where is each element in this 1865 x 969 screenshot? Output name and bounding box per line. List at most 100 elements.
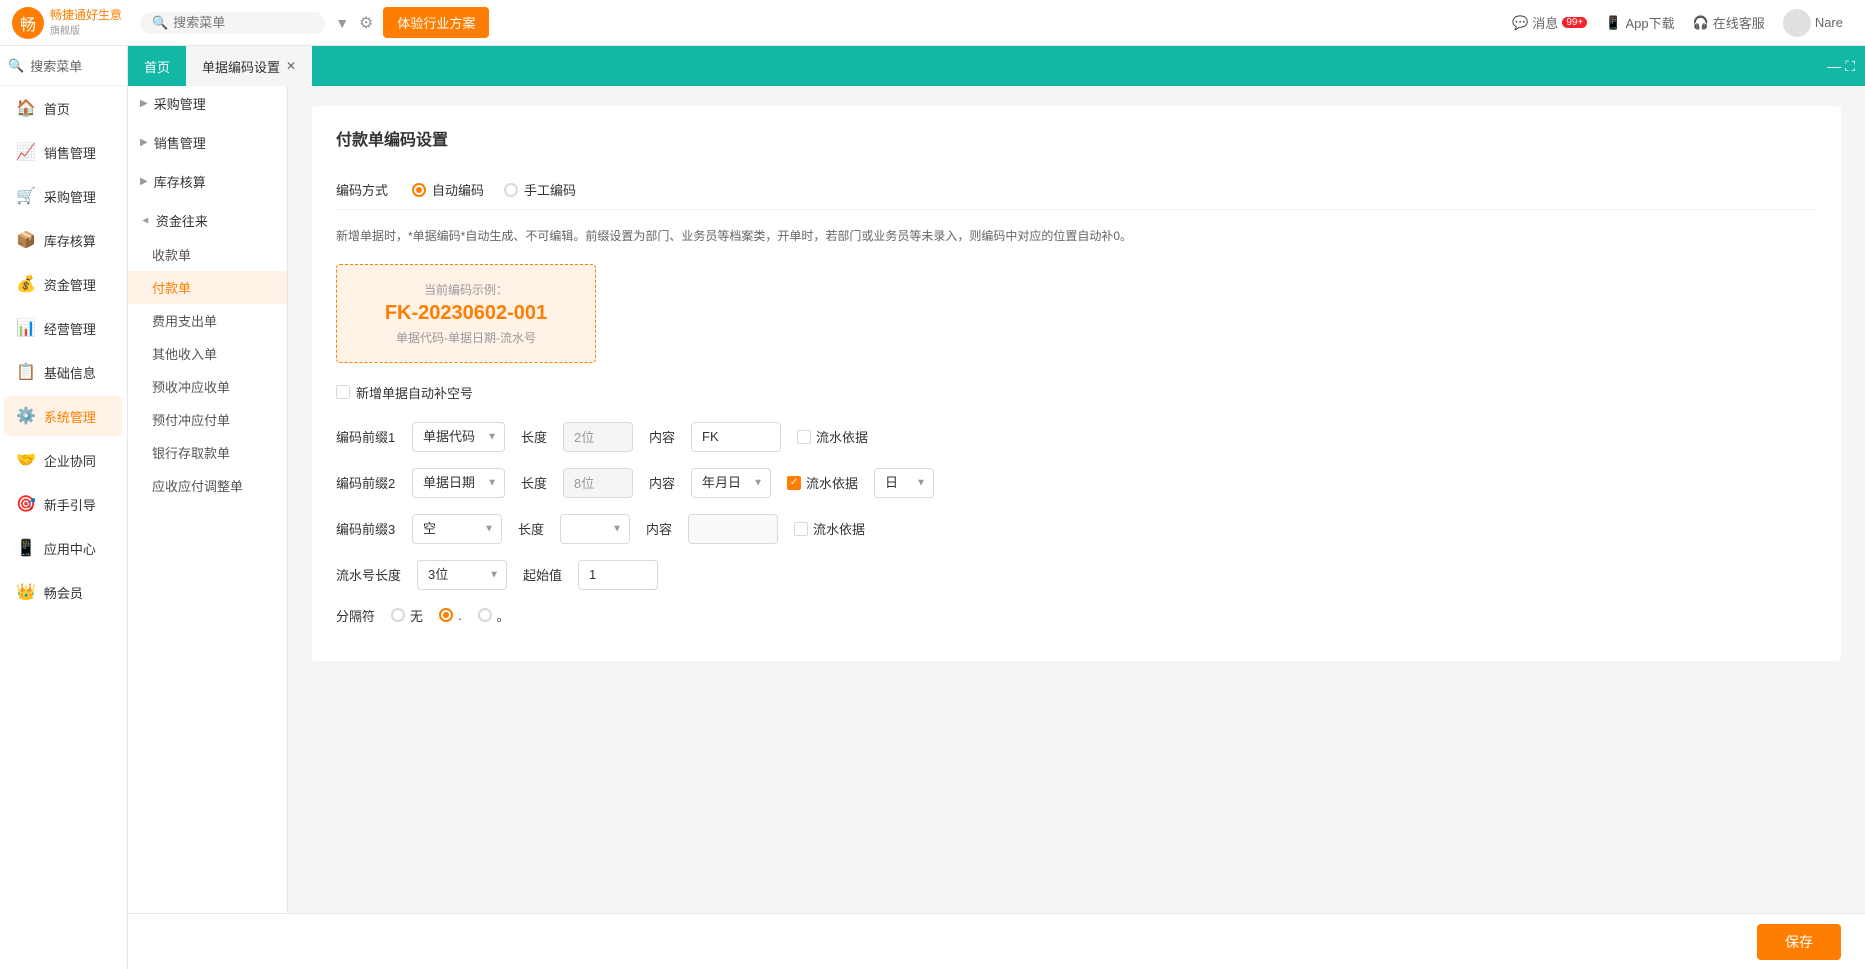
finance-icon: 💰	[16, 274, 36, 294]
sub-nav-header-inventory[interactable]: ▶ 库存核算	[128, 164, 287, 199]
prefix2-flow-period-select[interactable]: 日	[874, 468, 934, 498]
prefix2-content-select[interactable]: 年月日	[691, 468, 771, 498]
sidebar-item-sales[interactable]: 📈 销售管理	[4, 132, 123, 172]
prefix2-length-input[interactable]	[563, 468, 633, 498]
prefix-row-2: 编码前缀2 单据日期 ▼ 长度 内容 年月日	[336, 468, 1817, 498]
preview-sub: 单据代码-单据日期-流水号	[361, 329, 571, 346]
prefix-row-3: 编码前缀3 空 ▼ 长度 ▼	[336, 514, 1817, 544]
search-icon: 🔍	[8, 58, 24, 74]
chevron-down-icon[interactable]: ▼	[335, 15, 349, 31]
sub-nav-header-capital[interactable]: ▼ 资金往来	[128, 203, 287, 238]
sub-nav-item-bank-deposit[interactable]: 银行存取款单	[128, 436, 287, 469]
sub-nav-item-receipt[interactable]: 收款单	[128, 238, 287, 271]
prefix1-flow-checkbox[interactable]: 流水依据	[797, 427, 868, 446]
tab-close-button[interactable]: ✕	[286, 59, 296, 73]
prefix3-label: 编码前缀3	[336, 519, 396, 538]
arrow-icon: ▶	[140, 176, 148, 187]
sidebar-item-apps[interactable]: 📱 应用中心	[4, 528, 123, 568]
tab-encoding[interactable]: 单据编码设置 ✕	[186, 46, 312, 86]
tab-expand-button[interactable]: ⛶	[1845, 58, 1855, 75]
sidebar-item-member[interactable]: 👑 畅会员	[4, 572, 123, 612]
sub-nav-header-purchase[interactable]: ▶ 采购管理	[128, 86, 287, 121]
prefix2-select[interactable]: 单据日期	[412, 468, 505, 498]
prefix3-content-input[interactable]	[688, 514, 778, 544]
sep-none-label: 无	[410, 606, 423, 625]
flow-number-select[interactable]: 3位	[417, 560, 507, 590]
sidebar-item-label: 基础信息	[44, 363, 96, 382]
sub-nav-item-advance-receivable[interactable]: 预收冲应收单	[128, 370, 287, 403]
save-button[interactable]: 保存	[1757, 924, 1841, 960]
sidebar-item-purchase[interactable]: 🛒 采购管理	[4, 176, 123, 216]
message-icon: 💬	[1512, 15, 1528, 31]
prefix2-flow-period-wrap: 日 ▼	[874, 468, 934, 498]
sidebar-search[interactable]: 🔍 搜索菜单	[0, 46, 127, 86]
prefix3-content-label: 内容	[646, 519, 672, 538]
start-input[interactable]	[578, 560, 658, 590]
sidebar-item-system[interactable]: ⚙️ 系统管理	[4, 396, 123, 436]
info-text: 新增单据时，*单据编码*自动生成、不可编辑。前缀设置为部门、业务员等档案类，开单…	[336, 226, 1817, 248]
auto-fill-checkbox[interactable]: 新增单据自动补空号	[336, 383, 1817, 402]
logo-icon: 畅	[12, 7, 44, 39]
sidebar-item-home[interactable]: 🏠 首页	[4, 88, 123, 128]
prefix3-select[interactable]: 空	[412, 514, 502, 544]
radio-sep-none[interactable]: 无	[391, 606, 423, 625]
tab-minimize-button[interactable]: —	[1827, 58, 1841, 74]
user-avatar-area[interactable]: Nare	[1783, 9, 1843, 37]
prefix3-length-select[interactable]	[560, 514, 630, 544]
sub-nav-item-payment[interactable]: 付款单	[128, 271, 287, 304]
sidebar-item-finance[interactable]: 💰 资金管理	[4, 264, 123, 304]
sidebar-item-basic[interactable]: 📋 基础信息	[4, 352, 123, 392]
prefix2-flow-checkbox[interactable]: ✓ 流水依据	[787, 473, 858, 492]
start-label: 起始值	[523, 565, 562, 584]
sub-nav-item-payable-adjust[interactable]: 应收应付调整单	[128, 469, 287, 502]
search-input[interactable]	[173, 15, 313, 30]
arrow-icon: ▶	[140, 98, 148, 109]
download-button[interactable]: 📱 App下载	[1605, 13, 1674, 32]
sub-nav-header-sales[interactable]: ▶ 销售管理	[128, 125, 287, 160]
prefix1-length-input[interactable]	[563, 422, 633, 452]
sidebar-item-enterprise[interactable]: 🤝 企业协同	[4, 440, 123, 480]
sub-nav-item-other-income[interactable]: 其他收入单	[128, 337, 287, 370]
gear-icon[interactable]: ⚙	[359, 13, 373, 33]
radio-sep-custom[interactable]: 。	[478, 606, 510, 625]
download-label: App下载	[1625, 13, 1674, 32]
main-content: 首页 单据编码设置 ✕ — ⛶ ▶ 采购管理	[128, 46, 1865, 969]
home-icon: 🏠	[16, 98, 36, 118]
sidebar-item-label: 经营管理	[44, 319, 96, 338]
checkbox-box-inline	[797, 430, 811, 444]
radio-circle-manual	[504, 183, 518, 197]
prefix3-length-select-wrap: ▼	[560, 514, 630, 544]
radio-manual-encode[interactable]: 手工编码	[504, 180, 576, 199]
prefix3-flow-checkbox[interactable]: 流水依据	[794, 519, 865, 538]
sidebar-item-inventory[interactable]: 📦 库存核算	[4, 220, 123, 260]
sidebar-item-label: 首页	[44, 99, 70, 118]
message-button[interactable]: 💬 消息 99+	[1512, 13, 1587, 32]
sidebar-item-operations[interactable]: 📊 经营管理	[4, 308, 123, 348]
page-title: 付款单编码设置	[336, 126, 1817, 150]
trial-button[interactable]: 体验行业方案	[383, 7, 489, 38]
purchase-icon: 🛒	[16, 186, 36, 206]
search-bar[interactable]: 🔍	[140, 12, 325, 34]
radio-circle-none	[391, 608, 405, 622]
sub-nav-group-capital: ▼ 资金往来 收款单 付款单 费用支出单 其他收入单	[128, 203, 287, 502]
radio-sep-dot[interactable]: .	[439, 608, 462, 623]
sidebar-item-guide[interactable]: 🎯 新手引导	[4, 484, 123, 524]
prefix1-select[interactable]: 单据代码	[412, 422, 505, 452]
prefix1-label: 编码前缀1	[336, 427, 396, 446]
prefix3-select-wrap: 空 ▼	[412, 514, 502, 544]
sidebar-item-label: 采购管理	[44, 187, 96, 206]
prefix1-content-input[interactable]	[691, 422, 781, 452]
tab-home[interactable]: 首页	[128, 46, 186, 86]
avatar	[1783, 9, 1811, 37]
radio-auto-encode[interactable]: 自动编码	[412, 180, 484, 199]
sub-nav-item-advance-payable[interactable]: 预付冲应付单	[128, 403, 287, 436]
settings-card: 付款单编码设置 编码方式 自动编码	[312, 106, 1841, 661]
service-button[interactable]: 🎧 在线客服	[1693, 13, 1765, 32]
prefix2-content-label: 内容	[649, 473, 675, 492]
sub-nav-item-expense[interactable]: 费用支出单	[128, 304, 287, 337]
radio-circle-custom	[478, 608, 492, 622]
sub-nav: ▶ 采购管理 ▶ 销售管理 ▶ 库存核算	[128, 86, 288, 913]
separator-row: 分隔符 无 . 。	[336, 606, 1817, 625]
radio-circle-auto	[412, 183, 426, 197]
arrow-icon: ▶	[140, 137, 148, 148]
